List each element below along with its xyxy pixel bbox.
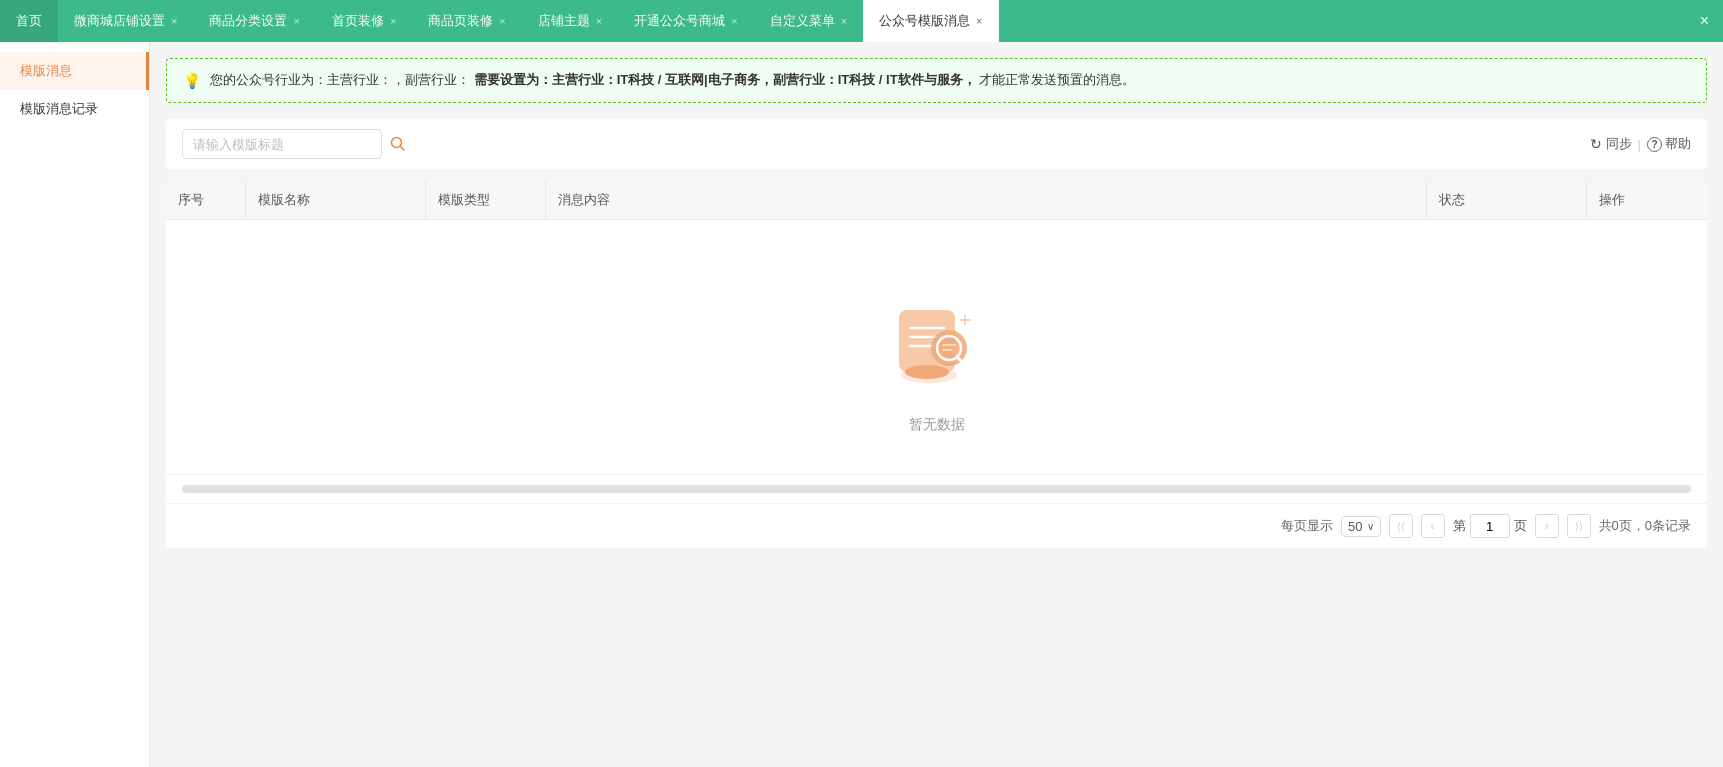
bulb-icon: 💡: [183, 72, 202, 90]
info-banner: 💡 您的公众号行业为：主营行业：，副营行业： 需要设置为：主营行业：IT科技 /…: [166, 58, 1707, 103]
nav-label-template-msg: 公众号模版消息: [879, 12, 970, 30]
nav-item-open-mall[interactable]: 开通公众号商城 ×: [618, 0, 753, 42]
close-icon-product-category[interactable]: ×: [293, 15, 299, 27]
top-nav: 首页 微商城店铺设置 × 商品分类设置 × 首页装修 × 商品页装修 × 店铺主…: [0, 0, 1723, 42]
main-layout: 模版消息 模版消息记录 💡 您的公众号行业为：主营行业：，副营行业： 需要设置为…: [0, 42, 1723, 767]
col-header-content: 消息内容: [546, 181, 1427, 219]
prev-page-button[interactable]: ‹: [1421, 514, 1445, 538]
help-button[interactable]: ? 帮助: [1647, 135, 1691, 153]
total-info: 共0页，0条记录: [1599, 517, 1691, 535]
close-icon-shop-theme[interactable]: ×: [596, 15, 602, 27]
nav-item-wechat-shop[interactable]: 微商城店铺设置 ×: [58, 0, 193, 42]
nav-label-wechat-shop: 微商城店铺设置: [74, 12, 165, 30]
sidebar: 模版消息 模版消息记录: [0, 42, 150, 767]
sidebar-item-template-message[interactable]: 模版消息: [0, 52, 149, 90]
close-icon-home-decor[interactable]: ×: [390, 15, 396, 27]
sync-icon: ↻: [1590, 136, 1602, 152]
nav-item-custom-menu[interactable]: 自定义菜单 ×: [754, 0, 863, 42]
nav-item-product-decor[interactable]: 商品页装修 ×: [412, 0, 521, 42]
sync-button[interactable]: ↻ 同步: [1590, 135, 1632, 153]
nav-label-product-category: 商品分类设置: [209, 12, 287, 30]
nav-label-shop-theme: 店铺主题: [538, 12, 590, 30]
empty-text: 暂无数据: [909, 416, 965, 434]
page-size-value: 50: [1348, 519, 1362, 534]
col-header-action: 操作: [1587, 181, 1707, 219]
search-right: ↻ 同步 | ? 帮助: [1590, 135, 1691, 153]
next-page-icon: ›: [1545, 519, 1549, 533]
col-header-type: 模版类型: [426, 181, 546, 219]
next-page-button[interactable]: ›: [1535, 514, 1559, 538]
col-header-name: 模版名称: [246, 181, 426, 219]
table-wrapper: 序号 模版名称 模版类型 消息内容 状态 操作: [166, 181, 1707, 548]
scrollbar-area: [166, 474, 1707, 503]
per-page-label: 每页显示: [1281, 517, 1333, 535]
help-circle-icon: ?: [1647, 137, 1662, 152]
page-number-input[interactable]: [1470, 514, 1510, 538]
prev-page-icon: ‹: [1431, 519, 1435, 533]
nav-label-custom-menu: 自定义菜单: [770, 12, 835, 30]
nav-item-product-category[interactable]: 商品分类设置 ×: [193, 0, 315, 42]
table-header: 序号 模版名称 模版类型 消息内容 状态 操作: [166, 181, 1707, 220]
search-input[interactable]: [182, 129, 382, 159]
page-size-select[interactable]: 50 ∨: [1341, 516, 1380, 537]
svg-point-4: [905, 365, 949, 379]
nav-label-home-decor: 首页装修: [332, 12, 384, 30]
nav-item-shop-theme[interactable]: 店铺主题 ×: [522, 0, 618, 42]
horizontal-scrollbar[interactable]: [182, 485, 1691, 493]
nav-label-product-decor: 商品页装修: [428, 12, 493, 30]
close-icon-custom-menu[interactable]: ×: [841, 15, 847, 27]
page-unit: 页: [1514, 517, 1527, 535]
search-bar: ↻ 同步 | ? 帮助: [166, 119, 1707, 169]
sidebar-item-template-record[interactable]: 模版消息记录: [0, 90, 149, 128]
pagination: 每页显示 50 ∨ ⟨⟨ ‹ 第 页 ›: [166, 503, 1707, 548]
close-icon-wechat-shop[interactable]: ×: [171, 15, 177, 27]
search-left: [182, 129, 406, 159]
nav-item-home[interactable]: 首页: [0, 0, 58, 42]
nav-label-open-mall: 开通公众号商城: [634, 12, 725, 30]
search-button[interactable]: [390, 136, 406, 152]
nav-item-home-decor[interactable]: 首页装修 ×: [316, 0, 412, 42]
page-input: 第 页: [1453, 514, 1527, 538]
main-content: 💡 您的公众号行业为：主营行业：，副营行业： 需要设置为：主营行业：IT科技 /…: [150, 42, 1723, 767]
last-page-icon: ⟩⟩: [1575, 521, 1583, 532]
divider: |: [1638, 137, 1641, 152]
close-icon-product-decor[interactable]: ×: [499, 15, 505, 27]
col-header-index: 序号: [166, 181, 246, 219]
nav-item-template-msg[interactable]: 公众号模版消息 ×: [863, 0, 998, 42]
first-page-button[interactable]: ⟨⟨: [1389, 514, 1413, 538]
close-all-button[interactable]: ×: [1686, 0, 1723, 42]
close-icon-template-msg[interactable]: ×: [976, 15, 982, 27]
first-page-icon: ⟨⟨: [1397, 521, 1405, 532]
empty-state: 暂无数据: [166, 220, 1707, 474]
banner-text: 您的公众号行业为：主营行业：，副营行业： 需要设置为：主营行业：IT科技 / 互…: [210, 71, 1135, 89]
chevron-down-icon: ∨: [1367, 521, 1374, 532]
empty-illustration: [877, 280, 997, 400]
page-label: 第: [1453, 517, 1466, 535]
svg-line-1: [401, 147, 405, 151]
nav-label-home: 首页: [16, 12, 42, 30]
col-header-status: 状态: [1427, 181, 1587, 219]
last-page-button[interactable]: ⟩⟩: [1567, 514, 1591, 538]
close-icon-open-mall[interactable]: ×: [731, 15, 737, 27]
search-icon: [390, 136, 406, 152]
